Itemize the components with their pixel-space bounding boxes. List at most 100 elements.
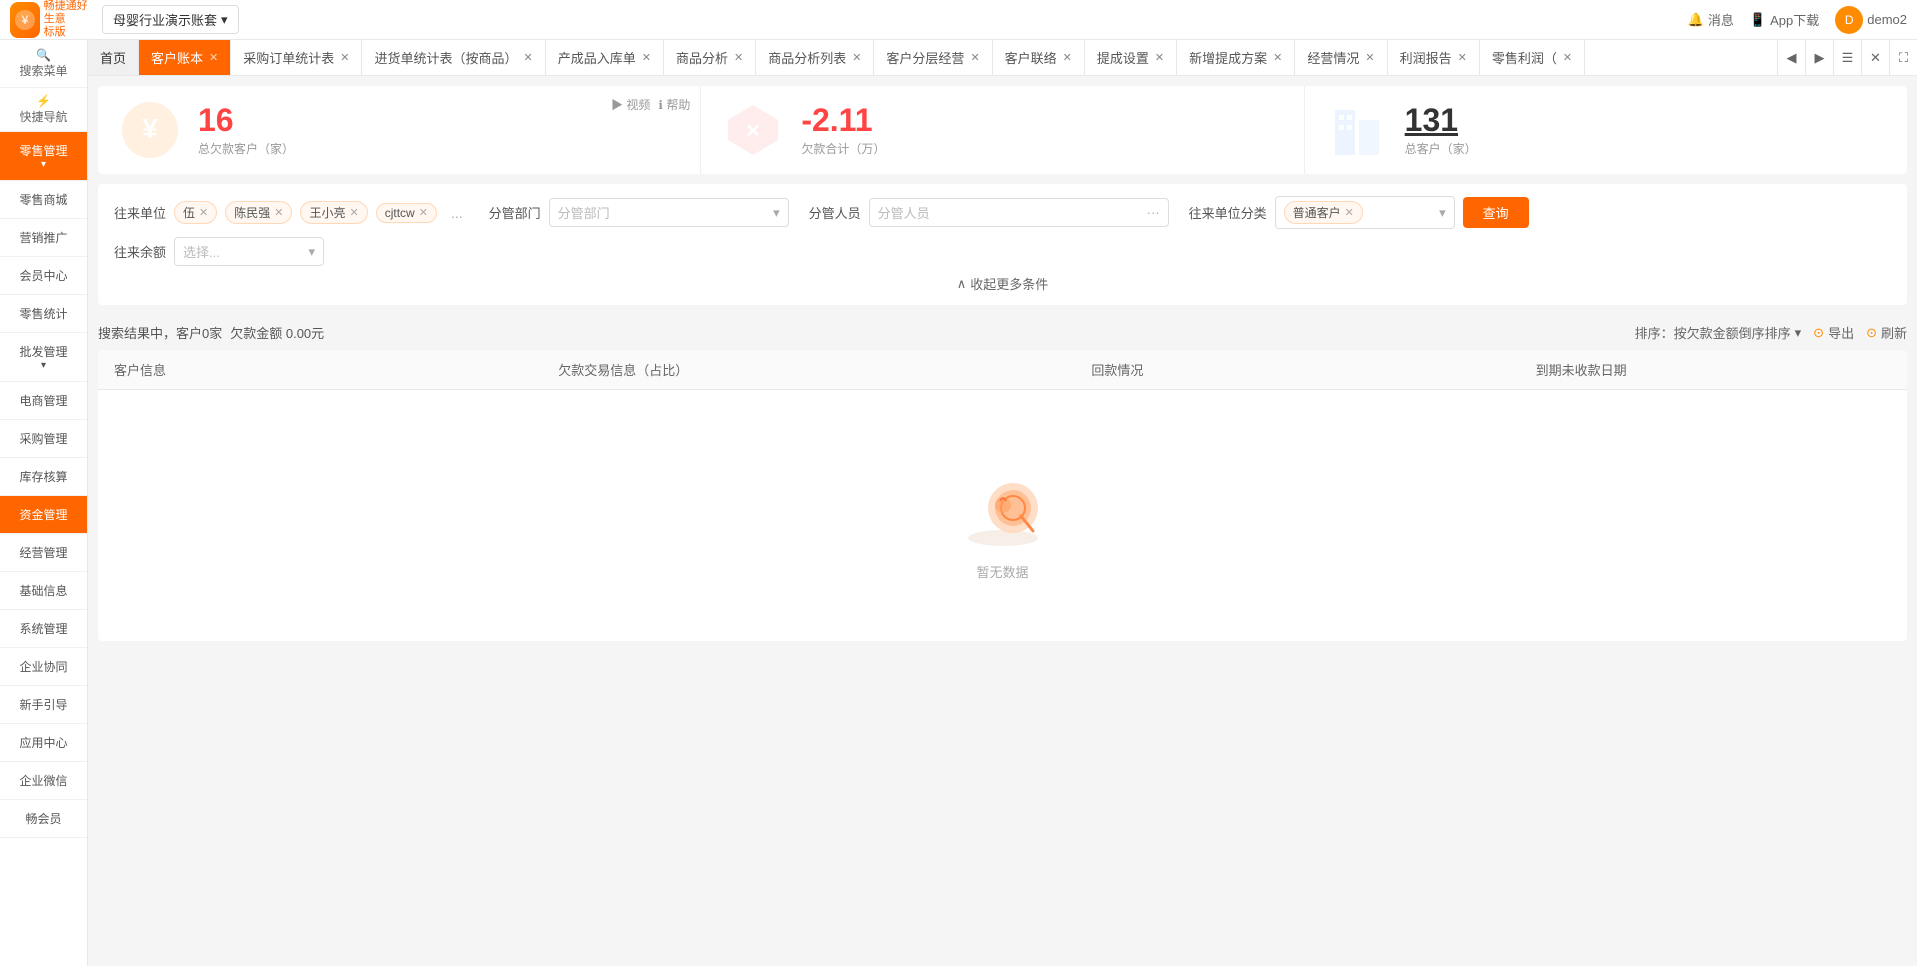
sidebar-item-label: 零售管理	[19, 142, 67, 159]
sidebar-item-marketing[interactable]: 营销推广	[0, 219, 87, 257]
result-actions: 排序：按欠款金额倒序排序 ▾ ⊙ 导出 ⊙ 刷新	[1635, 323, 1907, 342]
remove-tag-wang[interactable]: ✕	[350, 206, 359, 219]
filter-tag-chen: 陈民强 ✕	[225, 201, 292, 224]
tab-product-analysis[interactable]: 商品分析 ✕	[664, 40, 756, 76]
tab-close-improve[interactable]: ✕	[1155, 51, 1164, 64]
user-profile[interactable]: D demo2	[1835, 6, 1907, 34]
person-more-btn[interactable]: ···	[1147, 205, 1160, 220]
export-button[interactable]: ⊙ 导出	[1813, 323, 1854, 342]
sidebar-item-enterprise-wechat[interactable]: 企业微信	[0, 762, 87, 800]
filter-area: 往来单位 伍 ✕ 陈民强 ✕ 王小亮 ✕	[98, 184, 1907, 305]
tab-product-analysis-list[interactable]: 商品分析列表 ✕	[756, 40, 874, 76]
stat-debt-total: ✕ -2.11 欠款合计（万）	[701, 86, 1304, 174]
remove-tag-chen[interactable]: ✕	[274, 206, 283, 219]
sidebar-item-member[interactable]: 会员中心	[0, 257, 87, 295]
chevron-down-icon: ▾	[308, 244, 315, 260]
tab-next-button[interactable]: ▶	[1805, 40, 1833, 76]
sidebar-item-wholesale[interactable]: 批发管理 ▾	[0, 333, 87, 382]
tab-home[interactable]: 首页	[88, 40, 139, 76]
sidebar-item-basic-info[interactable]: 基础信息	[0, 572, 87, 610]
filter-more-btn[interactable]: ...	[445, 203, 469, 223]
message-button[interactable]: 🔔 消息	[1688, 10, 1734, 29]
tab-menu-button[interactable]: ☰	[1833, 40, 1861, 76]
chevron-down-icon: ▾	[1795, 325, 1802, 341]
tab-close-product-list[interactable]: ✕	[852, 51, 861, 64]
top-bar: ¥ 畅捷通好生意 标版 母婴行业演示账套 ▾ 🔔 消息 📱 App下载 D	[0, 0, 1917, 40]
page-content: ¥ 16 总欠款客户（家） ▶ 视频 ℹ 帮助	[88, 76, 1917, 966]
classify-select[interactable]: 普通客户 ✕ ▾	[1275, 196, 1455, 229]
tab-production-inbound[interactable]: 产成品入库单 ✕	[546, 40, 664, 76]
tab-expand-button[interactable]: ⛶	[1889, 40, 1917, 76]
video-link[interactable]: ▶ 视频	[611, 96, 650, 113]
tab-close-profit[interactable]: ✕	[1458, 51, 1467, 64]
filter-tag-wang: 王小亮 ✕	[300, 201, 367, 224]
refresh-button[interactable]: ⊙ 刷新	[1866, 323, 1907, 342]
tab-close-all-button[interactable]: ✕	[1861, 40, 1889, 76]
sidebar-item-ecommerce[interactable]: 电商管理	[0, 382, 87, 420]
tab-close-contact[interactable]: ✕	[1063, 51, 1072, 64]
help-link[interactable]: ℹ 帮助	[658, 96, 690, 113]
col-repay-status: 回款情况	[1091, 360, 1535, 379]
tab-prev-button[interactable]: ◀	[1777, 40, 1805, 76]
sidebar-item-vip[interactable]: 畅会员	[0, 800, 87, 838]
tab-close-operation[interactable]: ✕	[1365, 51, 1374, 64]
tab-customer-balance[interactable]: 客户账本 ✕	[139, 40, 231, 76]
tab-improve-settings[interactable]: 提成设置 ✕	[1085, 40, 1177, 76]
industry-selector[interactable]: 母婴行业演示账套 ▾	[102, 5, 239, 34]
sort-button[interactable]: 排序：按欠款金额倒序排序 ▾	[1635, 323, 1802, 342]
remove-tag-cjttcw[interactable]: ✕	[419, 206, 428, 219]
sidebar-item-operations[interactable]: 经营管理	[0, 534, 87, 572]
sidebar-quick-nav[interactable]: ⚡ 快捷导航	[0, 88, 87, 132]
tab-new-improve[interactable]: 新增提成方案 ✕	[1177, 40, 1295, 76]
tab-customer-contact[interactable]: 客户联络 ✕	[993, 40, 1085, 76]
tab-close-segment[interactable]: ✕	[970, 51, 979, 64]
stat-label-debt: 欠款合计（万）	[801, 140, 885, 157]
sidebar-item-finance[interactable]: 资金管理	[0, 496, 87, 534]
stats-bar: ¥ 16 总欠款客户（家） ▶ 视频 ℹ 帮助	[98, 86, 1907, 174]
sidebar-item-inventory[interactable]: 库存核算	[0, 458, 87, 496]
remove-tag-wu[interactable]: ✕	[199, 206, 208, 219]
tab-customer-segment[interactable]: 客户分层经营 ✕	[874, 40, 992, 76]
tab-close-customer-balance[interactable]: ✕	[209, 51, 218, 64]
app-download-button[interactable]: 📱 App下载	[1750, 10, 1819, 29]
tab-close-production[interactable]: ✕	[642, 51, 651, 64]
col-debt-info: 欠款交易信息（占比）	[558, 360, 1091, 379]
filter-tag-normal-customer: 普通客户 ✕	[1284, 201, 1363, 224]
tab-retail-profit[interactable]: 零售利润（ ✕	[1480, 40, 1585, 76]
tab-close-retail-profit[interactable]: ✕	[1563, 51, 1572, 64]
tab-close-new-improve[interactable]: ✕	[1273, 51, 1282, 64]
main-wrapper: 🔍 搜索菜单 ⚡ 快捷导航 零售管理 ▾ 零售商城 营销推广 会员中心 零售统计…	[0, 40, 1917, 966]
collapse-button[interactable]: ∧ 收起更多条件	[957, 274, 1049, 293]
tab-purchase-order[interactable]: 采购订单统计表 ✕	[231, 40, 362, 76]
filter-row-2: 往来余额 选择... ▾	[114, 237, 1891, 266]
table-header: 客户信息 欠款交易信息（占比） 回款情况 到期未收款日期	[98, 350, 1907, 390]
tab-profit-report[interactable]: 利润报告 ✕	[1388, 40, 1480, 76]
unit-filter-label: 往来单位	[114, 203, 166, 222]
sidebar-item-app-center[interactable]: 应用中心	[0, 724, 87, 762]
person-input[interactable]: 分管人员 ···	[869, 198, 1169, 227]
sidebar-item-retail-mall[interactable]: 零售商城	[0, 181, 87, 219]
stat-info-all: 131 总客户（家）	[1405, 104, 1477, 157]
sidebar-search[interactable]: 🔍 搜索菜单	[0, 40, 87, 88]
filter-tag-wu: 伍 ✕	[174, 201, 217, 224]
sidebar-item-system[interactable]: 系统管理	[0, 610, 87, 648]
sidebar-item-purchase[interactable]: 采购管理	[0, 420, 87, 458]
data-table: 客户信息 欠款交易信息（占比） 回款情况 到期未收款日期	[98, 350, 1907, 641]
remove-tag-normal[interactable]: ✕	[1345, 206, 1354, 219]
balance-select[interactable]: 选择... ▾	[174, 237, 324, 266]
stat-info-customers: 16 总欠款客户（家）	[198, 104, 294, 157]
dept-select[interactable]: 分管部门 ▾	[549, 198, 789, 227]
tab-close-incoming[interactable]: ✕	[524, 51, 533, 64]
person-filter-label: 分管人员	[809, 203, 861, 222]
tab-operation-status[interactable]: 经营情况 ✕	[1295, 40, 1387, 76]
sidebar-item-guide[interactable]: 新手引导	[0, 686, 87, 724]
empty-area: 暂无数据	[98, 390, 1907, 641]
tab-incoming-stats[interactable]: 进货单统计表（按商品） ✕	[362, 40, 545, 76]
col-customer-info: 客户信息	[114, 360, 558, 379]
sidebar-item-enterprise[interactable]: 企业协同	[0, 648, 87, 686]
tab-close-product-analysis[interactable]: ✕	[734, 51, 743, 64]
tab-close-purchase[interactable]: ✕	[340, 51, 349, 64]
sidebar-item-retail-stats[interactable]: 零售统计	[0, 295, 87, 333]
sidebar-item-retail-mgmt[interactable]: 零售管理 ▾	[0, 132, 87, 181]
search-button[interactable]: 查询	[1463, 197, 1529, 228]
